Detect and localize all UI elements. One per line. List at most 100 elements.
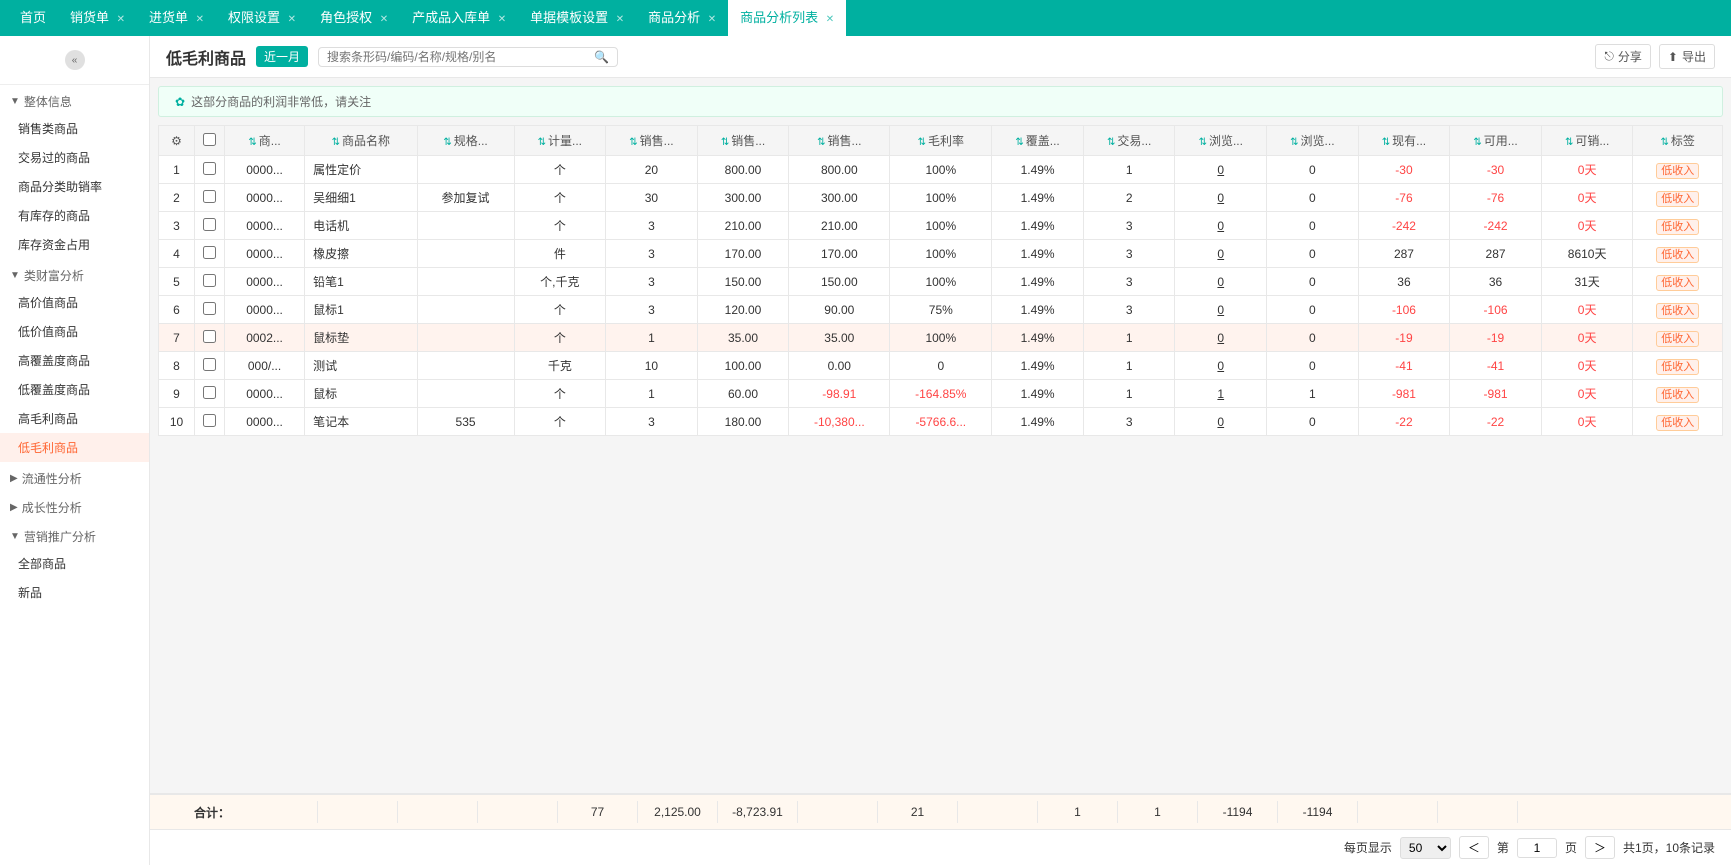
row-select-checkbox[interactable]	[203, 358, 216, 371]
col-available[interactable]: ⇅可用...	[1450, 126, 1542, 156]
page-input[interactable]	[1517, 838, 1557, 858]
row-select-checkbox[interactable]	[203, 190, 216, 203]
row-checkbox[interactable]	[195, 352, 225, 380]
row-views1[interactable]: 0	[1175, 212, 1267, 240]
nav-purchase[interactable]: 进货单 ✕	[137, 0, 216, 36]
col-coverage[interactable]: ⇅覆盖...	[992, 126, 1084, 156]
col-stock[interactable]: ⇅现有...	[1358, 126, 1450, 156]
col-tag[interactable]: ⇅标签	[1633, 126, 1723, 156]
row-checkbox[interactable]	[195, 408, 225, 436]
row-checkbox[interactable]	[195, 324, 225, 352]
sidebar-item-sales-goods[interactable]: 销售类商品	[0, 114, 149, 143]
search-icon[interactable]: 🔍	[594, 50, 609, 64]
nav-home[interactable]: 首页	[8, 0, 58, 36]
sidebar-item-high-margin[interactable]: 高毛利商品	[0, 404, 149, 433]
sidebar-item-in-stock[interactable]: 有库存的商品	[0, 201, 149, 230]
nav-template-close[interactable]: ✕	[616, 14, 624, 25]
row-checkbox[interactable]	[195, 212, 225, 240]
sidebar-group-flow[interactable]: ▶ 流通性分析	[0, 462, 149, 491]
sidebar-item-high-coverage[interactable]: 高覆盖度商品	[0, 346, 149, 375]
sidebar-item-low-value[interactable]: 低价值商品	[0, 317, 149, 346]
sidebar-item-low-coverage[interactable]: 低覆盖度商品	[0, 375, 149, 404]
row-select-checkbox[interactable]	[203, 246, 216, 259]
page-size-select[interactable]: 50 100 200	[1400, 837, 1451, 859]
nav-template[interactable]: 单据模板设置 ✕	[518, 0, 636, 36]
share-icon: ⎋	[1604, 49, 1614, 64]
sidebar-group-wealth[interactable]: ▼ 类财富分析	[0, 259, 149, 288]
row-price: 120.00	[697, 296, 789, 324]
nav-role[interactable]: 角色授权 ✕	[308, 0, 400, 36]
nav-goods-analysis-close[interactable]: ✕	[708, 14, 716, 25]
row-views1[interactable]: 0	[1175, 408, 1267, 436]
col-profit[interactable]: ⇅销售...	[789, 126, 890, 156]
sidebar-item-new-goods[interactable]: 新品	[0, 578, 149, 607]
row-checkbox[interactable]	[195, 156, 225, 184]
search-input[interactable]	[327, 50, 594, 64]
prev-page-btn[interactable]: ＜	[1459, 836, 1489, 859]
row-views1[interactable]: 0	[1175, 240, 1267, 268]
nav-goods-analysis[interactable]: 商品分析 ✕	[636, 0, 728, 36]
row-checkbox[interactable]	[195, 380, 225, 408]
nav-goods-analysis-list-close[interactable]: ✕	[826, 14, 834, 25]
row-views1[interactable]: 1	[1175, 380, 1267, 408]
row-checkbox[interactable]	[195, 268, 225, 296]
row-select-checkbox[interactable]	[203, 414, 216, 427]
col-views1[interactable]: ⇅浏览...	[1175, 126, 1267, 156]
col-price[interactable]: ⇅销售...	[697, 126, 789, 156]
table-row: 3 0000... 电话机 个 3 210.00 210.00 100% 1.4…	[159, 212, 1723, 240]
row-views1[interactable]: 0	[1175, 296, 1267, 324]
row-views1[interactable]: 0	[1175, 352, 1267, 380]
col-margin[interactable]: ⇅毛利率	[890, 126, 992, 156]
col-tx[interactable]: ⇅交易...	[1083, 126, 1175, 156]
row-select-checkbox[interactable]	[203, 330, 216, 343]
row-select-checkbox[interactable]	[203, 274, 216, 287]
nav-sales-close[interactable]: ✕	[117, 14, 125, 25]
nav-purchase-close[interactable]: ✕	[196, 14, 204, 25]
row-checkbox[interactable]	[195, 184, 225, 212]
row-views1[interactable]: 0	[1175, 156, 1267, 184]
nav-role-close[interactable]: ✕	[380, 14, 388, 25]
select-all-checkbox[interactable]	[203, 133, 216, 146]
sidebar-item-category-rate[interactable]: 商品分类助销率	[0, 172, 149, 201]
share-btn[interactable]: ⎋ 分享	[1595, 44, 1651, 69]
row-checkbox[interactable]	[195, 240, 225, 268]
row-select-checkbox[interactable]	[203, 162, 216, 175]
row-checkbox[interactable]	[195, 296, 225, 324]
col-views2[interactable]: ⇅浏览...	[1267, 126, 1359, 156]
export-btn[interactable]: ⬆ 导出	[1659, 44, 1715, 69]
period-btn[interactable]: 近一月	[256, 46, 308, 67]
nav-product-entry[interactable]: 产成品入库单 ✕	[400, 0, 518, 36]
row-select-checkbox[interactable]	[203, 218, 216, 231]
col-checkbox[interactable]	[195, 126, 225, 156]
table-container[interactable]: ⚙ ⇅商... ⇅商品名称 ⇅规格... ⇅计量... ⇅销售... ⇅销售..…	[158, 125, 1723, 793]
row-unit: 个	[514, 296, 606, 324]
col-settings[interactable]: ⚙	[159, 126, 195, 156]
row-views1[interactable]: 0	[1175, 324, 1267, 352]
col-code[interactable]: ⇅商...	[225, 126, 305, 156]
col-sellable[interactable]: ⇅可销...	[1541, 126, 1633, 156]
nav-goods-analysis-list[interactable]: 商品分析列表 ✕	[728, 0, 846, 36]
nav-permission-close[interactable]: ✕	[288, 14, 296, 25]
sidebar-group-overall[interactable]: ▼ 整体信息	[0, 85, 149, 114]
sidebar-item-traded-goods[interactable]: 交易过的商品	[0, 143, 149, 172]
next-page-btn[interactable]: ＞	[1585, 836, 1615, 859]
sidebar-group-marketing[interactable]: ▼ 营销推广分析	[0, 520, 149, 549]
nav-product-entry-close[interactable]: ✕	[498, 14, 506, 25]
sidebar-item-capital[interactable]: 库存资金占用	[0, 230, 149, 259]
col-spec[interactable]: ⇅规格...	[417, 126, 514, 156]
sidebar-item-low-margin[interactable]: 低毛利商品	[0, 433, 149, 462]
row-views1[interactable]: 0	[1175, 268, 1267, 296]
nav-sales[interactable]: 销货单 ✕	[58, 0, 137, 36]
row-select-checkbox[interactable]	[203, 302, 216, 315]
nav-permission[interactable]: 权限设置 ✕	[216, 0, 308, 36]
col-name[interactable]: ⇅商品名称	[305, 126, 417, 156]
col-unit[interactable]: ⇅计量...	[514, 126, 606, 156]
row-select-checkbox[interactable]	[203, 386, 216, 399]
col-qty[interactable]: ⇅销售...	[606, 126, 698, 156]
row-views1[interactable]: 0	[1175, 184, 1267, 212]
sidebar-group-growth[interactable]: ▶ 成长性分析	[0, 491, 149, 520]
row-tag: 低收入	[1633, 184, 1723, 212]
sidebar-collapse-btn[interactable]: «	[65, 50, 85, 70]
sidebar-item-high-value[interactable]: 高价值商品	[0, 288, 149, 317]
sidebar-item-all-goods[interactable]: 全部商品	[0, 549, 149, 578]
